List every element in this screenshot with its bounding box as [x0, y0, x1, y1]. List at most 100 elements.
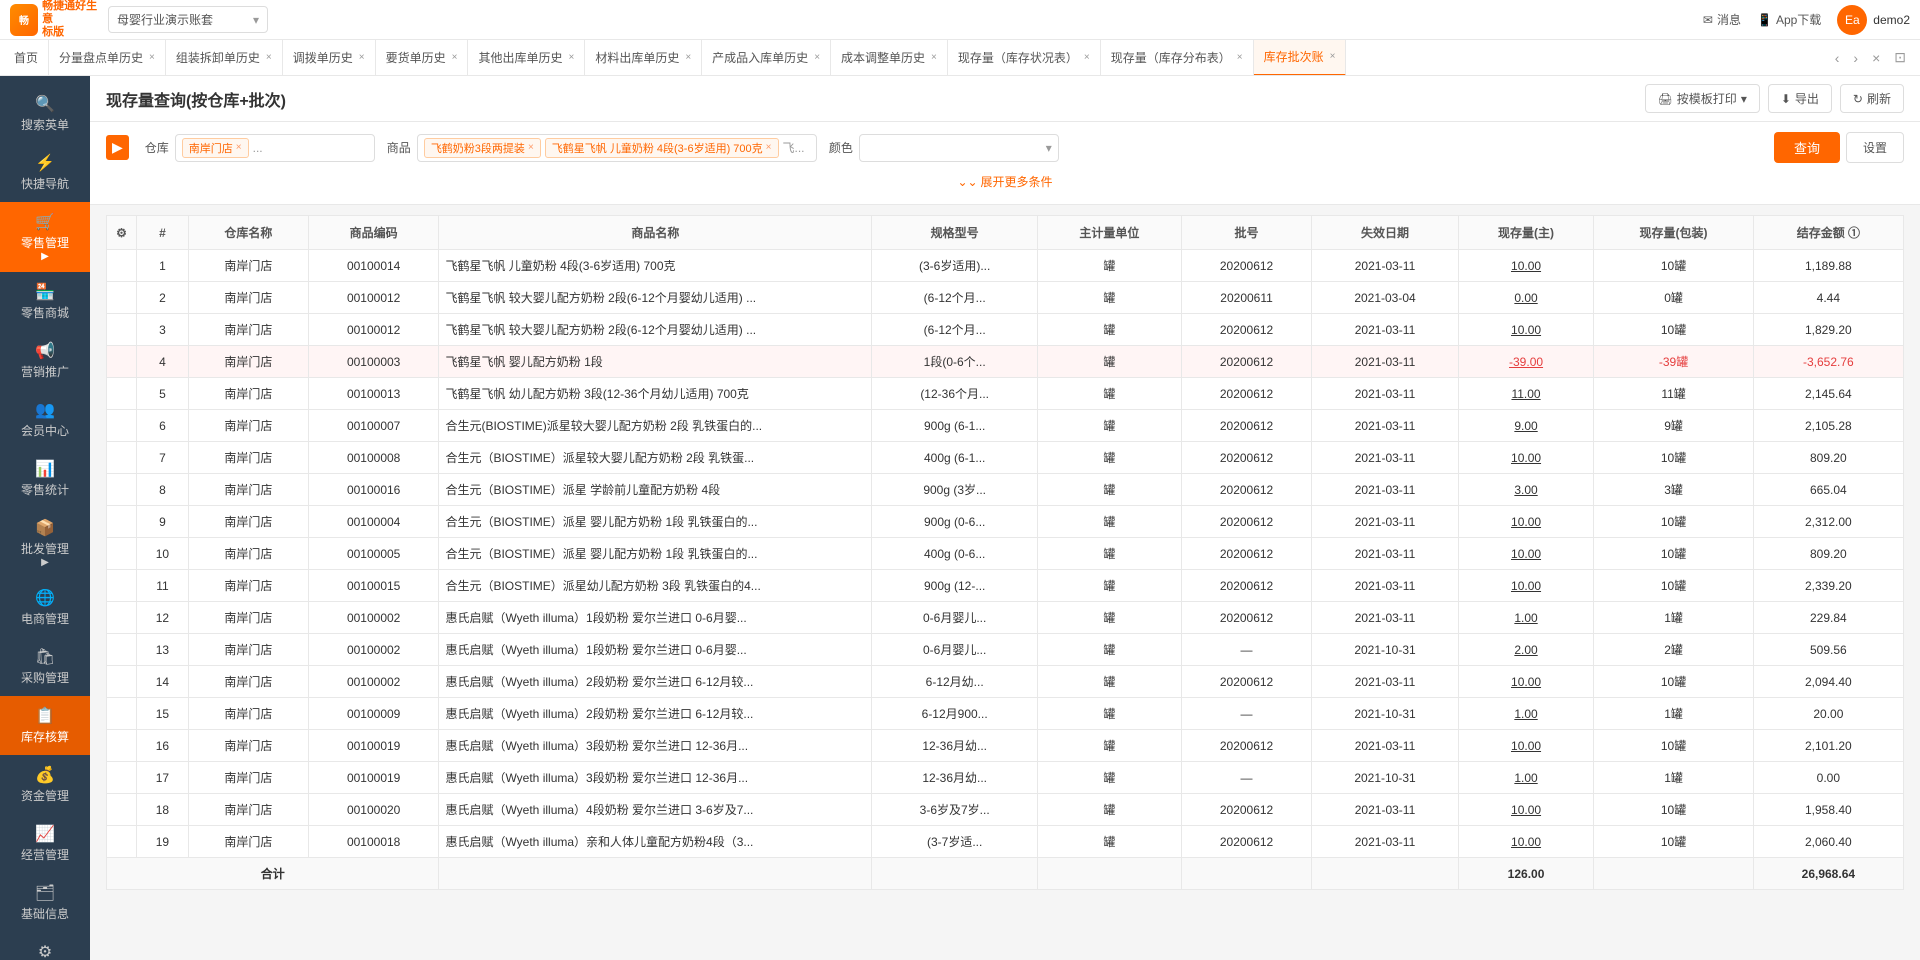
- row-gear[interactable]: [107, 346, 137, 378]
- row-gear[interactable]: [107, 826, 137, 858]
- tab-close-button[interactable]: ×: [1866, 40, 1886, 76]
- row-qty-main[interactable]: 3.00: [1458, 474, 1594, 506]
- row-qty-main[interactable]: -39.00: [1458, 346, 1594, 378]
- query-button[interactable]: 查询: [1774, 132, 1840, 163]
- row-gear[interactable]: [107, 570, 137, 602]
- product-tag-2[interactable]: 飞鹤星飞帆 儿童奶粉 4段(3-6岁适用) 700克 ×: [545, 138, 779, 158]
- close-icon[interactable]: ×: [266, 52, 272, 63]
- product-more[interactable]: 飞...: [783, 139, 805, 156]
- row-qty-main[interactable]: 11.00: [1458, 378, 1594, 410]
- sidebar-item-inventory[interactable]: 📋 库存核算: [0, 696, 90, 755]
- sidebar-item-ecommerce[interactable]: 🌐 电商管理: [0, 578, 90, 637]
- refresh-button[interactable]: ↻ 刷新: [1840, 84, 1904, 113]
- tab-expand-button[interactable]: ⊡: [1888, 40, 1912, 76]
- close-icon[interactable]: ×: [149, 52, 155, 63]
- tab-chenbenru[interactable]: 成本调整单历史 ×: [831, 40, 948, 76]
- row-gear[interactable]: [107, 666, 137, 698]
- row-gear[interactable]: [107, 250, 137, 282]
- sidebar-item-retailstat[interactable]: 📊 零售统计: [0, 449, 90, 508]
- row-qty-main[interactable]: 1.00: [1458, 602, 1594, 634]
- row-gear[interactable]: [107, 378, 137, 410]
- close-icon[interactable]: ×: [1237, 52, 1243, 63]
- sidebar-item-operations[interactable]: 📈 经营管理: [0, 814, 90, 873]
- sidebar-item-purchase[interactable]: 🛍 采购管理: [0, 637, 90, 696]
- row-qty-main[interactable]: 10.00: [1458, 442, 1594, 474]
- export-button[interactable]: ⬇ 导出: [1768, 84, 1832, 113]
- row-gear[interactable]: [107, 538, 137, 570]
- warehouse-tag-container[interactable]: 南岸门店 × ...: [175, 134, 375, 162]
- row-gear[interactable]: [107, 410, 137, 442]
- tab-zuhe[interactable]: 组装拆卸单历史 ×: [166, 40, 283, 76]
- expand-more-button[interactable]: ⌄⌄ 展开更多条件: [106, 169, 1904, 194]
- tab-diaopi[interactable]: 调拨单历史 ×: [283, 40, 376, 76]
- close-icon[interactable]: ×: [814, 52, 820, 63]
- expand-left-button[interactable]: ▶: [106, 135, 129, 160]
- close-icon[interactable]: ×: [1330, 51, 1336, 62]
- settings-button[interactable]: 设置: [1846, 132, 1904, 163]
- sidebar-item-basic[interactable]: 🗂 基础信息: [0, 873, 90, 932]
- sidebar-item-retailshop[interactable]: 🏪 零售商城: [0, 272, 90, 331]
- row-qty-main[interactable]: 10.00: [1458, 570, 1594, 602]
- message-button[interactable]: ✉ 消息: [1703, 11, 1741, 28]
- close-icon[interactable]: ×: [568, 52, 574, 63]
- close-icon[interactable]: ×: [685, 52, 691, 63]
- tab-yaohuo[interactable]: 要货单历史 ×: [376, 40, 469, 76]
- row-gear[interactable]: [107, 506, 137, 538]
- close-icon[interactable]: ×: [236, 142, 242, 153]
- row-gear[interactable]: [107, 762, 137, 794]
- row-qty-main[interactable]: 10.00: [1458, 666, 1594, 698]
- industry-select[interactable]: 母婴行业演示账套 ▾: [108, 6, 268, 33]
- close-icon[interactable]: ×: [359, 52, 365, 63]
- row-gear[interactable]: [107, 282, 137, 314]
- tab-chanpinru[interactable]: 产成品入库单历史 ×: [702, 40, 831, 76]
- sidebar-item-retail[interactable]: 🛒 零售管理 ▶: [0, 202, 90, 272]
- tab-next-button[interactable]: ›: [1847, 40, 1864, 76]
- row-qty-main[interactable]: 0.00: [1458, 282, 1594, 314]
- warehouse-tag-nangang[interactable]: 南岸门店 ×: [182, 138, 249, 158]
- row-gear[interactable]: [107, 602, 137, 634]
- sidebar-item-finance[interactable]: 💰 资金管理: [0, 755, 90, 814]
- tab-xianzai2[interactable]: 现存量（库存分布表）×: [1101, 40, 1254, 76]
- tab-cailiaochu[interactable]: 材料出库单历史 ×: [585, 40, 702, 76]
- row-qty-main[interactable]: 10.00: [1458, 730, 1594, 762]
- row-qty-main[interactable]: 10.00: [1458, 794, 1594, 826]
- row-qty-main[interactable]: 10.00: [1458, 250, 1594, 282]
- tab-prev-button[interactable]: ‹: [1829, 40, 1846, 76]
- row-qty-main[interactable]: 1.00: [1458, 698, 1594, 730]
- expand-icon[interactable]: ▶: [106, 135, 129, 160]
- color-tag-container[interactable]: ▾: [859, 134, 1059, 162]
- tab-pici[interactable]: 库存批次账 ×: [1254, 40, 1347, 76]
- close-icon[interactable]: ×: [931, 52, 937, 63]
- row-qty-main[interactable]: 10.00: [1458, 826, 1594, 858]
- sidebar-item-search[interactable]: 🔍 搜索英单: [0, 84, 90, 143]
- product-tag-1[interactable]: 飞鹤奶粉3段两提装 ×: [424, 138, 541, 158]
- close-icon[interactable]: ×: [528, 142, 534, 153]
- row-gear[interactable]: [107, 442, 137, 474]
- row-qty-main[interactable]: 9.00: [1458, 410, 1594, 442]
- sidebar-item-wholesale[interactable]: 📦 批发管理 ▶: [0, 508, 90, 578]
- warehouse-more[interactable]: ...: [253, 141, 263, 155]
- sidebar-item-system[interactable]: ⚙ 系统管理: [0, 932, 90, 960]
- row-qty-main[interactable]: 2.00: [1458, 634, 1594, 666]
- close-icon[interactable]: ×: [766, 142, 772, 153]
- col-header-gear[interactable]: ⚙: [107, 216, 137, 250]
- row-gear[interactable]: [107, 730, 137, 762]
- tab-qitachu[interactable]: 其他出库单历史 ×: [468, 40, 585, 76]
- row-gear[interactable]: [107, 314, 137, 346]
- close-icon[interactable]: ×: [452, 52, 458, 63]
- row-qty-main[interactable]: 1.00: [1458, 762, 1594, 794]
- product-tag-container[interactable]: 飞鹤奶粉3段两提装 × 飞鹤星飞帆 儿童奶粉 4段(3-6岁适用) 700克 ×…: [417, 134, 817, 162]
- sidebar-item-quicknav[interactable]: ⚡ 快捷导航: [0, 143, 90, 202]
- tab-xianzai1[interactable]: 现存量（库存状况表）×: [948, 40, 1101, 76]
- row-gear[interactable]: [107, 634, 137, 666]
- template-print-button[interactable]: 🖨 按模板打印 ▾: [1645, 84, 1760, 113]
- row-gear[interactable]: [107, 794, 137, 826]
- row-gear[interactable]: [107, 698, 137, 730]
- tab-home[interactable]: 首页: [4, 40, 49, 76]
- app-download-button[interactable]: 📱 App下载: [1757, 11, 1821, 28]
- row-qty-main[interactable]: 10.00: [1458, 314, 1594, 346]
- tab-fenpan[interactable]: 分量盘点单历史 ×: [49, 40, 166, 76]
- row-gear[interactable]: [107, 474, 137, 506]
- row-qty-main[interactable]: 10.00: [1458, 538, 1594, 570]
- close-icon[interactable]: ×: [1084, 52, 1090, 63]
